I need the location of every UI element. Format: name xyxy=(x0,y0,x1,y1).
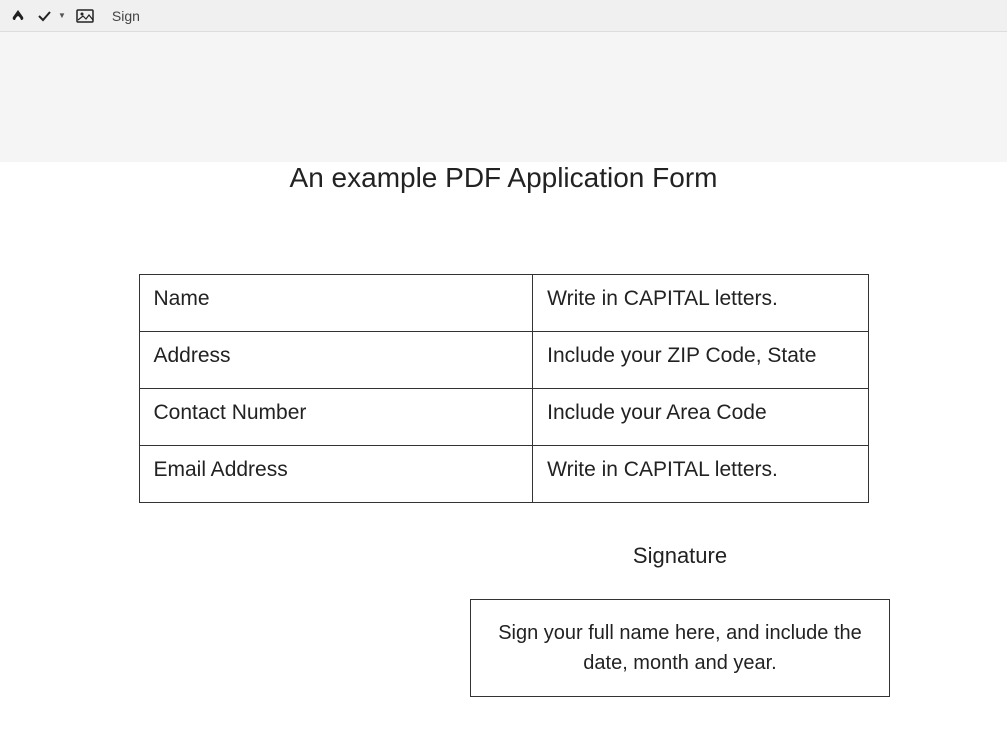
signature-area: Signature Sign your full name here, and … xyxy=(470,543,890,697)
toolbar: ▼ Sign xyxy=(0,0,1007,32)
form-table: Name Write in CAPITAL letters. Address I… xyxy=(139,274,869,503)
ink-tool-icon[interactable] xyxy=(10,4,26,28)
field-label: Address xyxy=(139,332,533,389)
field-instruction: Write in CAPITAL letters. xyxy=(533,446,868,503)
checkmark-tool-icon[interactable] xyxy=(36,4,52,28)
field-instruction: Include your ZIP Code, State xyxy=(533,332,868,389)
page-area: An example PDF Application Form Name Wri… xyxy=(0,162,1007,732)
table-row: Contact Number Include your Area Code xyxy=(139,389,868,446)
sign-button[interactable]: Sign xyxy=(104,4,148,28)
table-row: Name Write in CAPITAL letters. xyxy=(139,275,868,332)
field-label: Email Address xyxy=(139,446,533,503)
image-tool-icon[interactable] xyxy=(76,4,94,28)
document-title: An example PDF Application Form xyxy=(0,162,1007,194)
table-row: Email Address Write in CAPITAL letters. xyxy=(139,446,868,503)
table-row: Address Include your ZIP Code, State xyxy=(139,332,868,389)
field-label: Name xyxy=(139,275,533,332)
field-instruction: Write in CAPITAL letters. xyxy=(533,275,868,332)
field-label: Contact Number xyxy=(139,389,533,446)
signature-box[interactable]: Sign your full name here, and include th… xyxy=(470,599,890,697)
field-instruction: Include your Area Code xyxy=(533,389,868,446)
document-page: An example PDF Application Form Name Wri… xyxy=(0,162,1007,732)
dropdown-caret-icon[interactable]: ▼ xyxy=(58,4,66,28)
signature-title: Signature xyxy=(470,543,890,569)
